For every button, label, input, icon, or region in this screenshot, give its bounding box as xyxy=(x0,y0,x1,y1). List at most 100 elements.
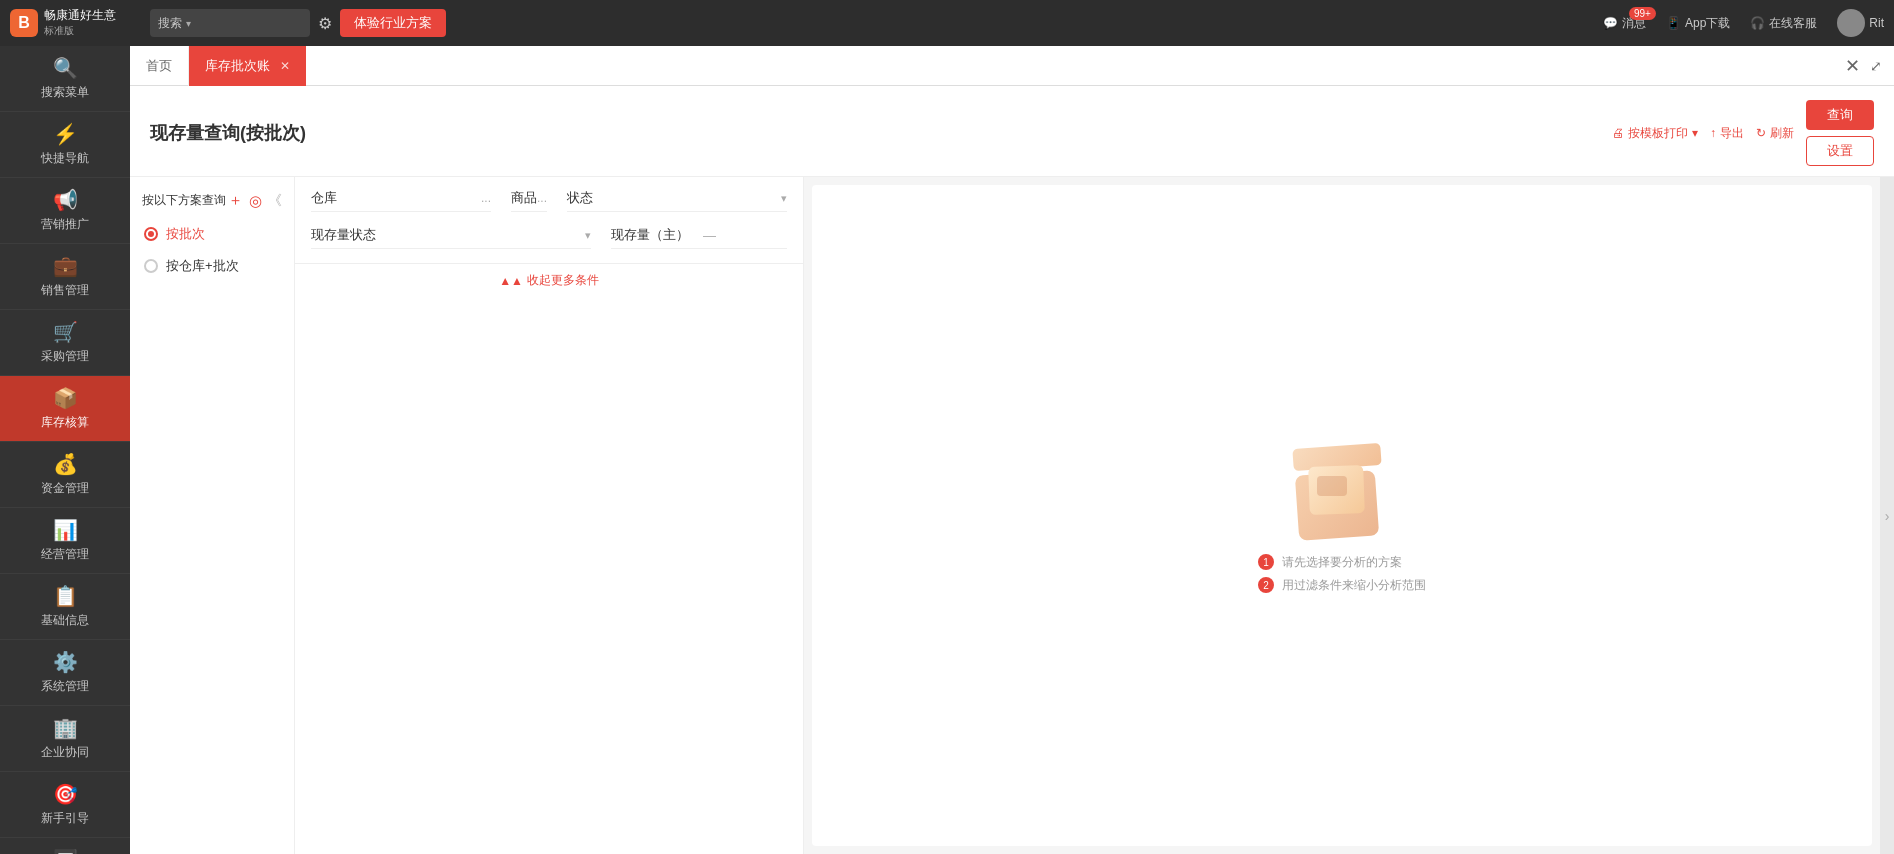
sidebar-item-quick[interactable]: ⚡ 快捷导航 xyxy=(0,112,130,178)
app-download-item[interactable]: 📱 App下载 xyxy=(1666,15,1730,32)
print-button[interactable]: 🖨 按模板打印 ▾ xyxy=(1612,125,1698,142)
user-name: Rit xyxy=(1869,16,1884,30)
sidebar-label-enterprise: 企业协同 xyxy=(41,744,89,761)
sidebar-item-sales[interactable]: 💼 销售管理 xyxy=(0,244,130,310)
settings-icon[interactable]: ⚙ xyxy=(318,14,332,33)
filter-sidebar-title-text: 按以下方案查询 xyxy=(142,192,226,209)
filter-option-batch-label: 按批次 xyxy=(166,225,205,243)
sidebar-item-finance[interactable]: 💰 资金管理 xyxy=(0,442,130,508)
collapse-up-icon: ▲▲ xyxy=(499,274,523,288)
export-label: 导出 xyxy=(1720,125,1744,142)
sidebar-label-system: 系统管理 xyxy=(41,678,89,695)
tip-text-1: 请先选择要分析的方案 xyxy=(1282,554,1402,571)
filter-conditions-area: 仓库 ... 商品 ... xyxy=(295,177,803,854)
sidebar-label-inventory: 库存核算 xyxy=(41,414,89,431)
empty-tip-2: 2 用过滤条件来缩小分析范围 xyxy=(1258,577,1426,594)
filter-warehouse-field: 仓库 ... xyxy=(311,189,491,212)
trial-button[interactable]: 体验行业方案 xyxy=(340,9,446,37)
refresh-button[interactable]: ↻ 刷新 xyxy=(1756,125,1794,142)
sidebar-item-apps[interactable]: 🔲 应用中心 xyxy=(0,838,130,854)
tab-home[interactable]: 首页 xyxy=(130,46,189,86)
sidebar-item-system[interactable]: ⚙️ 系统管理 xyxy=(0,640,130,706)
empty-state: 1 请先选择要分析的方案 2 用过滤条件来缩小分析范围 xyxy=(1258,438,1426,594)
search-text: 搜索 xyxy=(158,15,182,32)
sidebar-item-purchase[interactable]: 🛒 采购管理 xyxy=(0,310,130,376)
query-button[interactable]: 查询 xyxy=(1806,100,1874,130)
tab-batch-label: 库存批次账 xyxy=(205,57,270,75)
sidebar-item-guide[interactable]: 🎯 新手引导 xyxy=(0,772,130,838)
sidebar-item-operations[interactable]: 📊 经营管理 xyxy=(0,508,130,574)
messages-item[interactable]: 💬 消息 99+ xyxy=(1603,15,1646,32)
settings-button[interactable]: 设置 xyxy=(1806,136,1874,166)
add-scheme-icon[interactable]: ＋ xyxy=(228,191,243,210)
filter-row-2: 现存量状态 ▾ 现存量（主） — xyxy=(311,226,787,249)
sidebar: 🔍 搜索菜单 ⚡ 快捷导航 📢 营销推广 💼 销售管理 🛒 采购管理 📦 库存核… xyxy=(0,46,130,854)
main-layout: 🔍 搜索菜单 ⚡ 快捷导航 📢 营销推广 💼 销售管理 🛒 采购管理 📦 库存核… xyxy=(0,46,1894,854)
stock-amount-label: 现存量（主） xyxy=(611,226,689,244)
page-title: 现存量查询(按批次) xyxy=(150,121,306,145)
tab-home-label: 首页 xyxy=(146,57,172,75)
filter-sidebar-title: 按以下方案查询 ＋ ◎ 《 xyxy=(130,187,294,218)
sidebar-label-search: 搜索菜单 xyxy=(41,84,89,101)
filter-collapse-label: 收起更多条件 xyxy=(527,272,599,289)
filter-sidebar-icons: ＋ ◎ 《 xyxy=(228,191,282,210)
sidebar-label-sales: 销售管理 xyxy=(41,282,89,299)
sidebar-item-inventory[interactable]: 📦 库存核算 xyxy=(0,376,130,442)
right-panel[interactable]: › xyxy=(1880,177,1894,854)
page-header-actions: 🖨 按模板打印 ▾ ↑ 导出 ↻ 刷新 查询 设置 xyxy=(1612,100,1874,166)
filter-option-batch[interactable]: 按批次 xyxy=(130,218,294,250)
search-box[interactable]: 搜索 ▾ xyxy=(150,9,310,37)
filter-radio-batch xyxy=(144,227,158,241)
tab-bar-expand-icon[interactable]: ⤢ xyxy=(1870,58,1882,74)
app-download-icon: 📱 xyxy=(1666,16,1681,30)
filter-collapse-button[interactable]: ▲▲ 收起更多条件 xyxy=(295,263,803,297)
left-filter-panel: 按以下方案查询 ＋ ◎ 《 按批次 按仓库+批次 xyxy=(130,177,804,854)
sidebar-label-operations: 经营管理 xyxy=(41,546,89,563)
filter-option-warehouse-batch-label: 按仓库+批次 xyxy=(166,257,239,275)
sidebar-label-finance: 资金管理 xyxy=(41,480,89,497)
tip-num-2: 2 xyxy=(1258,577,1274,593)
customer-service-item[interactable]: 🎧 在线客服 xyxy=(1750,15,1817,32)
apps-icon: 🔲 xyxy=(53,848,78,854)
operations-icon: 📊 xyxy=(53,518,78,542)
stock-amount-dash: — xyxy=(703,228,716,243)
company-name: 畅康通好生意 xyxy=(44,8,116,24)
filter-sidebar: 按以下方案查询 ＋ ◎ 《 按批次 按仓库+批次 xyxy=(130,177,295,854)
basic-icon: 📋 xyxy=(53,584,78,608)
page-body: 按以下方案查询 ＋ ◎ 《 按批次 按仓库+批次 xyxy=(130,177,1894,854)
tab-batch[interactable]: 库存批次账 ✕ xyxy=(189,46,306,86)
status-label: 状态 xyxy=(567,189,593,207)
status-dropdown-arrow[interactable]: ▾ xyxy=(781,192,787,205)
refresh-label: 刷新 xyxy=(1770,125,1794,142)
warehouse-more-icon[interactable]: ... xyxy=(481,191,491,205)
tab-close-icon[interactable]: ✕ xyxy=(280,59,290,73)
sidebar-item-search[interactable]: 🔍 搜索菜单 xyxy=(0,46,130,112)
tab-bar-close-button[interactable]: ✕ xyxy=(1845,55,1860,77)
export-button[interactable]: ↑ 导出 xyxy=(1710,125,1744,142)
user-item[interactable]: Rit xyxy=(1837,9,1884,37)
edit-scheme-icon[interactable]: ◎ xyxy=(249,192,262,210)
goods-more-icon[interactable]: ... xyxy=(537,191,547,205)
empty-illustration xyxy=(1287,438,1397,538)
filter-status-field: 状态 ▾ xyxy=(567,189,787,212)
sidebar-item-basic[interactable]: 📋 基础信息 xyxy=(0,574,130,640)
tab-bar-right: ✕ ⤢ xyxy=(1845,55,1894,77)
goods-label: 商品 xyxy=(511,189,537,207)
sidebar-item-enterprise[interactable]: 🏢 企业协同 xyxy=(0,706,130,772)
sidebar-label-marketing: 营销推广 xyxy=(41,216,89,233)
top-bar-right: 💬 消息 99+ 📱 App下载 🎧 在线客服 Rit xyxy=(1603,9,1884,37)
sidebar-item-marketing[interactable]: 📢 营销推广 xyxy=(0,178,130,244)
filter-option-warehouse-batch[interactable]: 按仓库+批次 xyxy=(130,250,294,282)
version-label: 标准版 xyxy=(44,24,116,38)
user-avatar xyxy=(1837,9,1865,37)
collapse-sidebar-icon[interactable]: 《 xyxy=(268,192,282,210)
right-panel-arrow-icon: › xyxy=(1885,508,1890,524)
stock-status-dropdown-icon[interactable]: ▾ xyxy=(585,229,591,242)
refresh-icon: ↻ xyxy=(1756,126,1766,140)
filter-row-1: 仓库 ... 商品 ... xyxy=(311,189,787,212)
stock-status-label: 现存量状态 xyxy=(311,226,376,244)
content-body: 1 请先选择要分析的方案 2 用过滤条件来缩小分析范围 xyxy=(812,185,1872,846)
enterprise-icon: 🏢 xyxy=(53,716,78,740)
empty-tip-1: 1 请先选择要分析的方案 xyxy=(1258,554,1426,571)
print-chevron-icon: ▾ xyxy=(1692,126,1698,140)
